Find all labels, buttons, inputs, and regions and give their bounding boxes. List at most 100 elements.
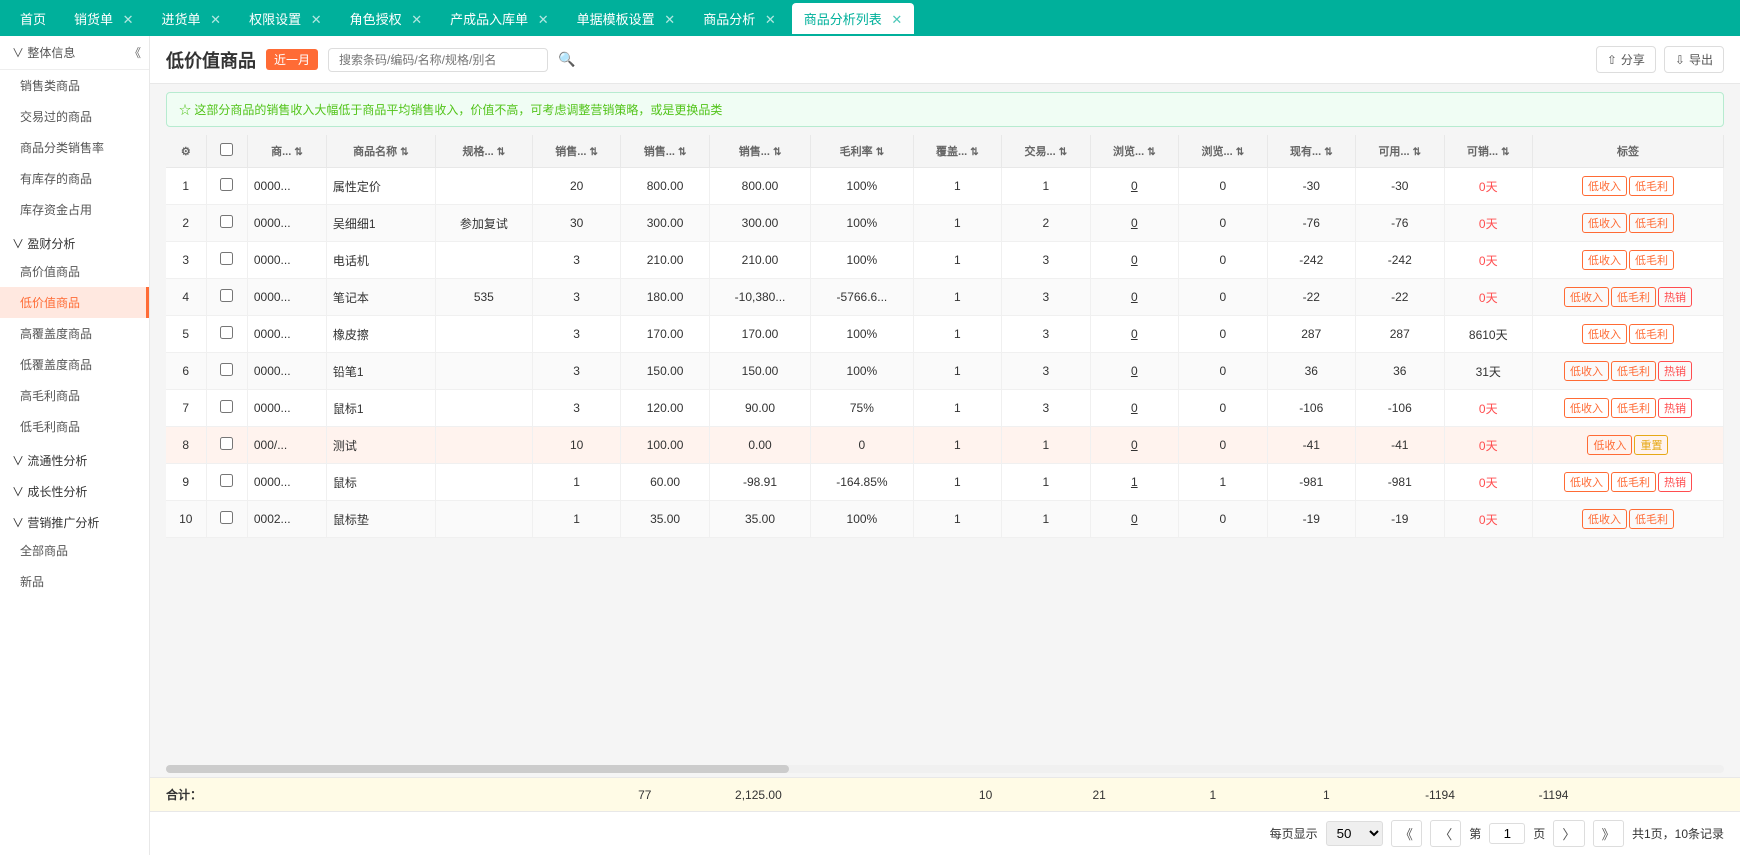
browse1-link[interactable]: 0	[1131, 253, 1138, 267]
browse1-link[interactable]: 0	[1131, 327, 1138, 341]
cell-browse1[interactable]: 0	[1090, 279, 1178, 316]
nav-permission[interactable]: 权限设置 ✕	[237, 3, 334, 34]
cell-checkbox[interactable]	[206, 501, 247, 538]
row-checkbox[interactable]	[220, 400, 233, 413]
prev-page-button[interactable]: 〈	[1430, 820, 1461, 847]
time-filter-btn[interactable]: 近一月	[266, 49, 318, 70]
row-checkbox[interactable]	[220, 252, 233, 265]
sidebar-item-stock-goods[interactable]: 有库存的商品	[0, 163, 149, 194]
close-icon[interactable]: ✕	[891, 12, 902, 27]
cell-checkbox[interactable]	[206, 316, 247, 353]
cell-browse1[interactable]: 0	[1090, 242, 1178, 279]
cell-browse1[interactable]: 1	[1090, 464, 1178, 501]
last-page-button[interactable]: 》	[1593, 820, 1624, 847]
sidebar-item-high-coverage[interactable]: 高覆盖度商品	[0, 318, 149, 349]
row-checkbox[interactable]	[220, 363, 233, 376]
nav-product-inbound[interactable]: 产成品入库单 ✕	[438, 3, 561, 34]
browse1-link[interactable]: 0	[1131, 401, 1138, 415]
cell-checkbox[interactable]	[206, 279, 247, 316]
col-settings[interactable]: ⚙	[166, 135, 206, 168]
nav-template[interactable]: 单据模板设置 ✕	[565, 3, 688, 34]
browse1-link[interactable]: 0	[1131, 512, 1138, 526]
sidebar-item-stock-value[interactable]: 库存资金占用	[0, 194, 149, 225]
cell-browse1[interactable]: 0	[1090, 353, 1178, 390]
sidebar-item-all-goods[interactable]: 全部商品	[0, 535, 149, 566]
browse1-link[interactable]: 0	[1131, 438, 1138, 452]
sidebar-item-high-margin[interactable]: 高毛利商品	[0, 380, 149, 411]
cell-checkbox[interactable]	[206, 353, 247, 390]
col-stock1[interactable]: 现有... ⇅	[1267, 135, 1355, 168]
col-margin[interactable]: 毛利率 ⇅	[811, 135, 913, 168]
cell-browse1[interactable]: 0	[1090, 316, 1178, 353]
current-page-input[interactable]	[1489, 823, 1525, 844]
cell-browse1[interactable]: 0	[1090, 427, 1178, 464]
col-spec[interactable]: 规格... ⇅	[435, 135, 532, 168]
close-icon[interactable]: ✕	[411, 12, 422, 27]
row-checkbox[interactable]	[220, 178, 233, 191]
cell-checkbox[interactable]	[206, 168, 247, 205]
sidebar-item-traded-goods[interactable]: 交易过的商品	[0, 101, 149, 132]
first-page-button[interactable]: 《	[1391, 820, 1422, 847]
nav-home[interactable]: 首页	[8, 3, 58, 34]
cell-checkbox[interactable]	[206, 427, 247, 464]
cell-browse1[interactable]: 0	[1090, 501, 1178, 538]
row-checkbox[interactable]	[220, 474, 233, 487]
col-stock3[interactable]: 可销... ⇅	[1444, 135, 1532, 168]
sidebar-item-low-value[interactable]: 低价值商品	[0, 287, 149, 318]
row-checkbox[interactable]	[220, 215, 233, 228]
sidebar-group-growth[interactable]: ∨ 成长性分析	[0, 473, 149, 504]
cell-browse1[interactable]: 0	[1090, 390, 1178, 427]
share-button[interactable]: ⇧ 分享	[1596, 46, 1656, 73]
search-input[interactable]	[328, 48, 548, 72]
cell-checkbox[interactable]	[206, 242, 247, 279]
cell-checkbox[interactable]	[206, 390, 247, 427]
nav-goods-analysis[interactable]: 商品分析 ✕	[691, 3, 788, 34]
col-trade[interactable]: 交易... ⇅	[1002, 135, 1090, 168]
col-browse2[interactable]: 浏览... ⇅	[1179, 135, 1267, 168]
sidebar-item-sales-goods[interactable]: 销售类商品	[0, 70, 149, 101]
nav-goods-analysis-list[interactable]: 商品分析列表 ✕	[792, 3, 915, 34]
col-tags[interactable]: 标签	[1532, 135, 1723, 168]
row-checkbox[interactable]	[220, 289, 233, 302]
row-checkbox[interactable]	[220, 511, 233, 524]
col-code[interactable]: 商... ⇅	[247, 135, 326, 168]
row-checkbox[interactable]	[220, 437, 233, 450]
sidebar-group-marketing[interactable]: ∨ 营销推广分析	[0, 504, 149, 535]
col-coverage[interactable]: 覆盖... ⇅	[913, 135, 1001, 168]
sidebar-item-low-margin[interactable]: 低毛利商品	[0, 411, 149, 442]
close-icon[interactable]: ✕	[311, 12, 322, 27]
col-sales3[interactable]: 销售... ⇅	[709, 135, 810, 168]
sidebar-collapse-icon[interactable]: 《	[129, 44, 141, 61]
cell-browse1[interactable]: 0	[1090, 205, 1178, 242]
col-name[interactable]: 商品名称 ⇅	[326, 135, 435, 168]
close-icon[interactable]: ✕	[664, 12, 675, 27]
col-sales2[interactable]: 销售... ⇅	[621, 135, 709, 168]
col-stock2[interactable]: 可用... ⇅	[1356, 135, 1444, 168]
sidebar-item-category-sales[interactable]: 商品分类销售率	[0, 132, 149, 163]
page-size-select[interactable]: 50 100 200	[1326, 821, 1383, 846]
next-page-button[interactable]: 〉	[1553, 820, 1584, 847]
sidebar-group-profit[interactable]: ∨ 盈财分析	[0, 225, 149, 256]
select-all-checkbox[interactable]	[220, 143, 233, 156]
col-browse1[interactable]: 浏览... ⇅	[1090, 135, 1178, 168]
sidebar-item-high-value[interactable]: 高价值商品	[0, 256, 149, 287]
search-icon[interactable]: 🔍	[558, 51, 575, 68]
horizontal-scrollbar[interactable]	[166, 765, 1724, 773]
browse1-link[interactable]: 0	[1131, 179, 1138, 193]
close-icon[interactable]: ✕	[210, 12, 221, 27]
cell-checkbox[interactable]	[206, 464, 247, 501]
cell-checkbox[interactable]	[206, 205, 247, 242]
nav-sales[interactable]: 销货单 ✕	[62, 3, 146, 34]
close-icon[interactable]: ✕	[123, 12, 134, 27]
scrollbar-thumb[interactable]	[166, 765, 789, 773]
col-checkbox[interactable]	[206, 135, 247, 168]
browse1-link[interactable]: 0	[1131, 364, 1138, 378]
col-sales1[interactable]: 销售... ⇅	[532, 135, 620, 168]
nav-purchase[interactable]: 进货单 ✕	[150, 3, 234, 34]
sidebar-group-liquidity[interactable]: ∨ 流通性分析	[0, 442, 149, 473]
sidebar-item-low-coverage[interactable]: 低覆盖度商品	[0, 349, 149, 380]
close-icon[interactable]: ✕	[765, 12, 776, 27]
sidebar-item-new-goods[interactable]: 新品	[0, 566, 149, 597]
cell-browse1[interactable]: 0	[1090, 168, 1178, 205]
browse1-link[interactable]: 0	[1131, 216, 1138, 230]
